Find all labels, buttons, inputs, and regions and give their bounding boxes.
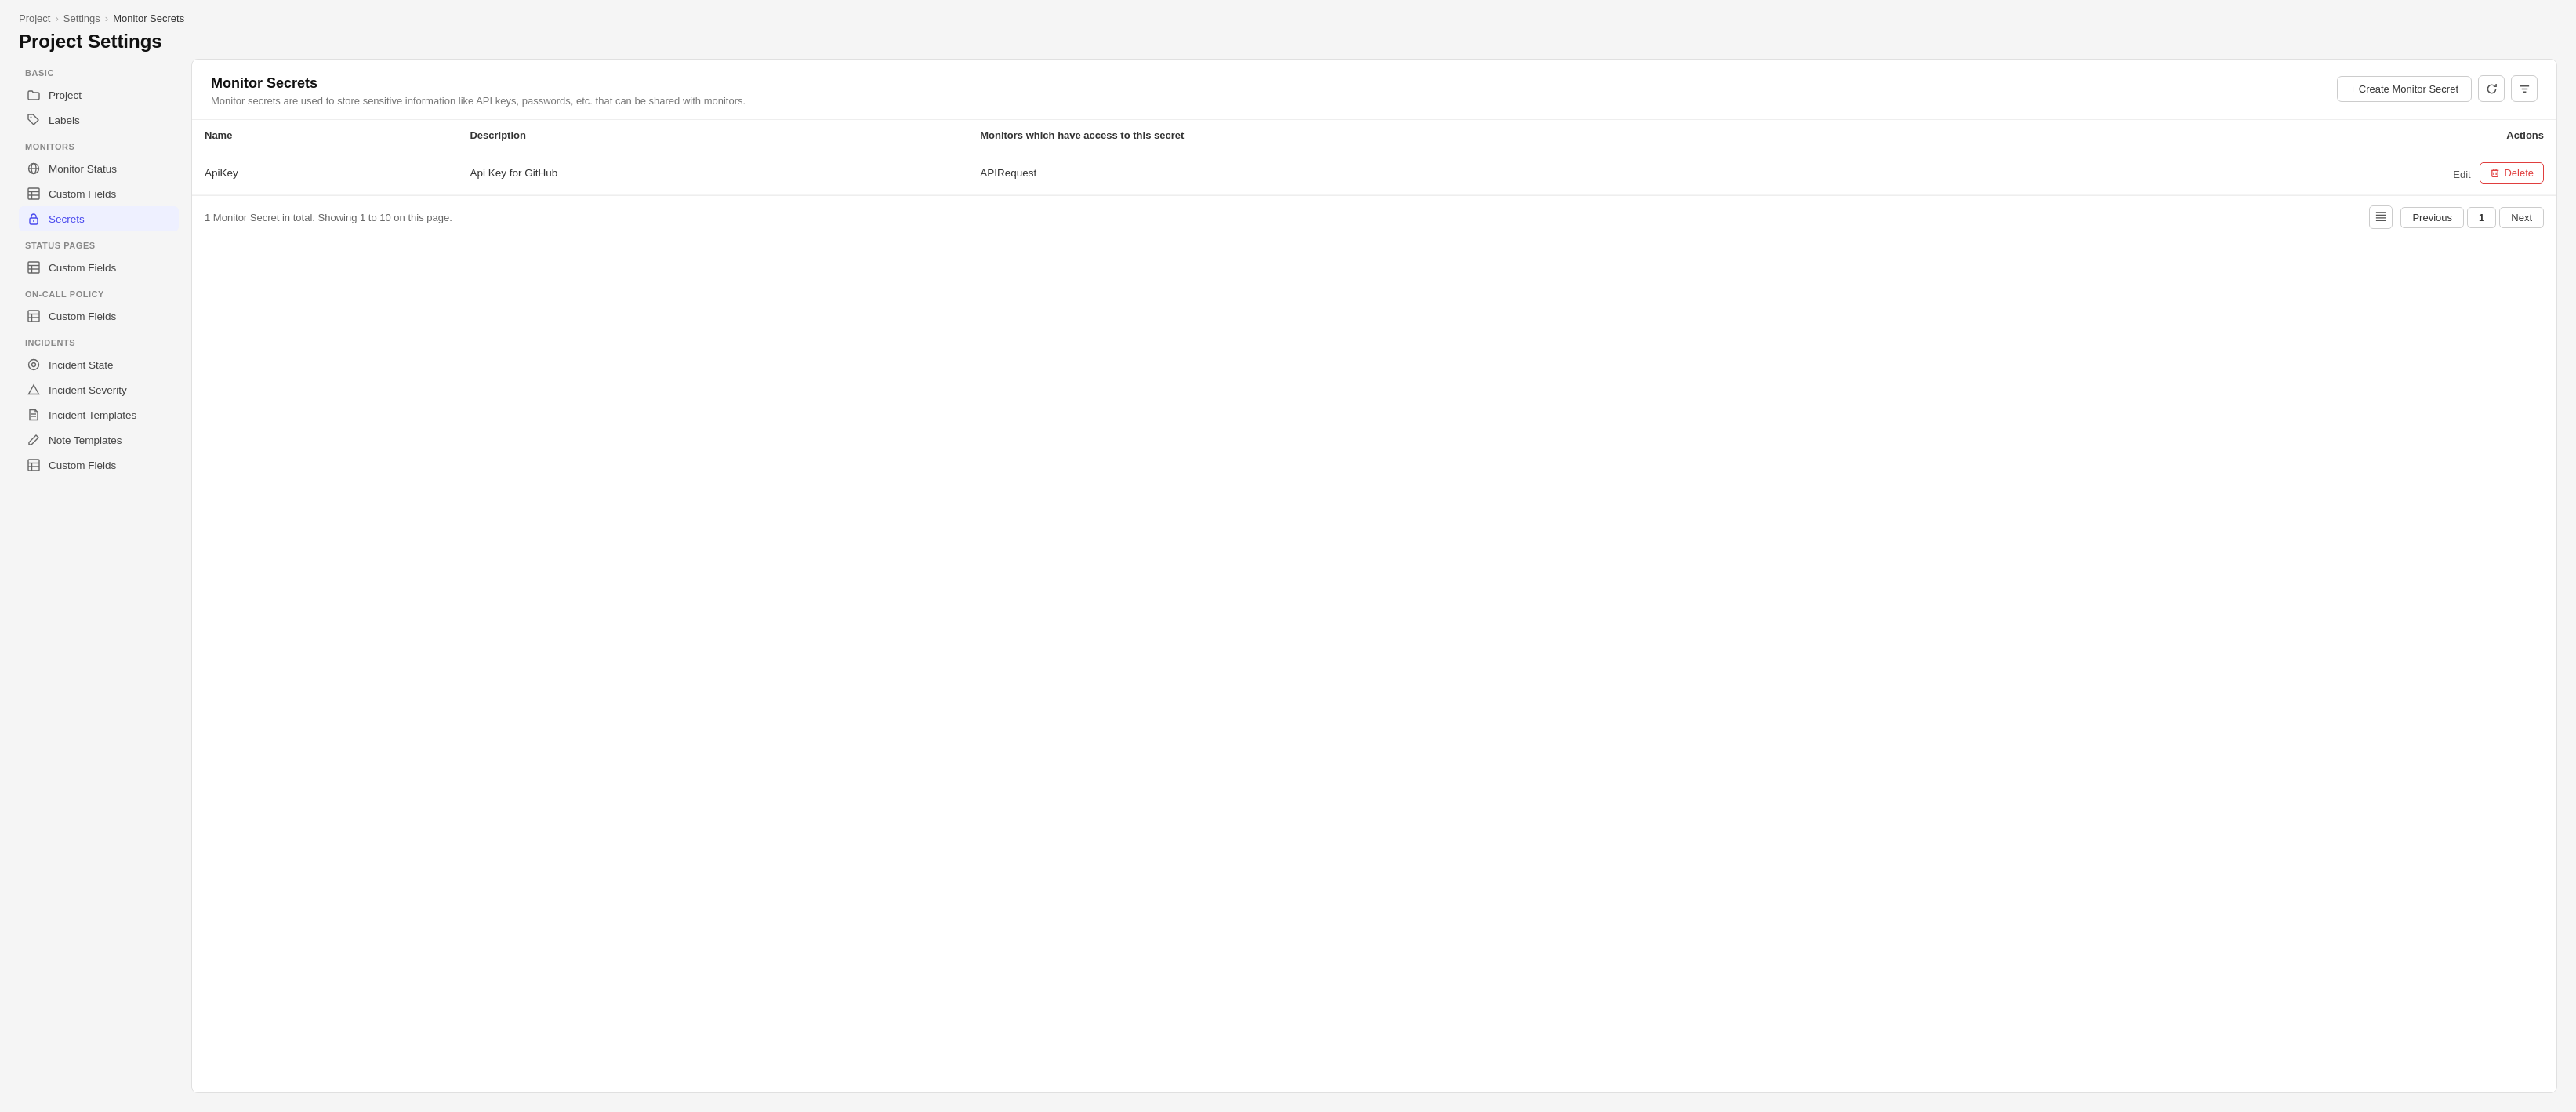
trash-icon bbox=[2490, 168, 2500, 178]
sidebar-label-note-templates: Note Templates bbox=[49, 434, 122, 446]
sidebar-label-custom-fields-incidents: Custom Fields bbox=[49, 460, 116, 471]
breadcrumb-sep-1: › bbox=[55, 13, 58, 24]
sidebar-section-oncall: On-Call Policy bbox=[19, 280, 179, 303]
breadcrumb-sep-2: › bbox=[105, 13, 108, 24]
cell-monitors: APIRequest bbox=[967, 151, 2004, 195]
cell-actions: Edit Delete bbox=[2004, 151, 2556, 195]
sidebar-section-status-pages: Status Pages bbox=[19, 231, 179, 255]
table-icon-status bbox=[27, 260, 41, 274]
sidebar-label-project: Project bbox=[49, 89, 82, 101]
table-footer: 1 Monitor Secret in total. Showing 1 to … bbox=[192, 195, 2556, 238]
tag-icon bbox=[27, 113, 41, 127]
header-actions: + Create Monitor Secret bbox=[2337, 75, 2538, 102]
sidebar-label-custom-fields-monitors: Custom Fields bbox=[49, 188, 116, 200]
sidebar-section-monitors: Monitors bbox=[19, 133, 179, 156]
cell-description: Api Key for GitHub bbox=[457, 151, 967, 195]
main-layout: Basic Project Labels Mo bbox=[0, 59, 2576, 1112]
sidebar-item-custom-fields-incidents[interactable]: Custom Fields bbox=[19, 452, 179, 478]
svg-rect-10 bbox=[28, 262, 39, 273]
filter-button[interactable] bbox=[2511, 75, 2538, 102]
breadcrumb: Project › Settings › Monitor Secrets bbox=[19, 13, 2557, 24]
table-wrapper: Name Description Monitors which have acc… bbox=[192, 120, 2556, 195]
pagination-filter-icon[interactable] bbox=[2369, 205, 2393, 229]
sidebar-item-custom-fields-status[interactable]: Custom Fields bbox=[19, 255, 179, 280]
delete-label: Delete bbox=[2504, 167, 2534, 179]
sidebar-label-incident-state: Incident State bbox=[49, 359, 114, 371]
sidebar-label-incident-templates: Incident Templates bbox=[49, 409, 136, 421]
current-page-button[interactable]: 1 bbox=[2467, 207, 2496, 228]
sidebar-section-incidents: Incidents bbox=[19, 329, 179, 352]
table-header-row: Name Description Monitors which have acc… bbox=[192, 120, 2556, 151]
sidebar-label-secrets: Secrets bbox=[49, 213, 85, 225]
sidebar-label-labels: Labels bbox=[49, 114, 80, 126]
sidebar-label-incident-severity: Incident Severity bbox=[49, 384, 127, 396]
sidebar-item-custom-fields-monitors[interactable]: Custom Fields bbox=[19, 181, 179, 206]
col-actions: Actions bbox=[2004, 120, 2556, 151]
content-subtitle: Monitor secrets are used to store sensit… bbox=[211, 95, 746, 107]
sidebar-item-incident-severity[interactable]: Incident Severity bbox=[19, 377, 179, 402]
cell-name: ApiKey bbox=[192, 151, 457, 195]
content-panel: Monitor Secrets Monitor secrets are used… bbox=[191, 59, 2557, 1093]
table-icon-monitors bbox=[27, 187, 41, 201]
next-button[interactable]: Next bbox=[2499, 207, 2544, 228]
edit-button[interactable]: Edit bbox=[2447, 165, 2476, 184]
page-title: Project Settings bbox=[19, 31, 2557, 53]
svg-point-9 bbox=[33, 220, 34, 222]
table-icon-oncall bbox=[27, 309, 41, 323]
col-description: Description bbox=[457, 120, 967, 151]
sidebar-label-custom-fields-oncall: Custom Fields bbox=[49, 311, 116, 322]
content-title-area: Monitor Secrets Monitor secrets are used… bbox=[211, 75, 746, 107]
pagination: Previous 1 Next bbox=[2369, 205, 2544, 229]
delete-button[interactable]: Delete bbox=[2480, 162, 2544, 184]
svg-rect-22 bbox=[28, 460, 39, 471]
previous-button[interactable]: Previous bbox=[2400, 207, 2464, 228]
sidebar-item-project[interactable]: Project bbox=[19, 82, 179, 107]
triangle-icon bbox=[27, 383, 41, 397]
col-monitors: Monitors which have access to this secre… bbox=[967, 120, 2004, 151]
sidebar-label-custom-fields-status: Custom Fields bbox=[49, 262, 116, 274]
svg-point-0 bbox=[31, 117, 32, 118]
sidebar-item-monitor-status[interactable]: Monitor Status bbox=[19, 156, 179, 181]
content-title: Monitor Secrets bbox=[211, 75, 746, 92]
filter-icon bbox=[2519, 83, 2531, 95]
rows-icon bbox=[2375, 212, 2386, 223]
sidebar-item-incident-templates[interactable]: Incident Templates bbox=[19, 402, 179, 427]
svg-rect-29 bbox=[2492, 170, 2498, 176]
breadcrumb-current: Monitor Secrets bbox=[113, 13, 184, 24]
sidebar-item-incident-state[interactable]: Incident State bbox=[19, 352, 179, 377]
page-wrapper: Project › Settings › Monitor Secrets Pro… bbox=[0, 0, 2576, 1112]
breadcrumb-project[interactable]: Project bbox=[19, 13, 50, 24]
folder-icon bbox=[27, 88, 41, 102]
circle-dot-icon bbox=[27, 358, 41, 372]
table-row: ApiKey Api Key for GitHub APIRequest Edi… bbox=[192, 151, 2556, 195]
svg-rect-14 bbox=[28, 311, 39, 322]
file-icon bbox=[27, 408, 41, 422]
svg-point-18 bbox=[29, 360, 39, 370]
lock-icon bbox=[27, 212, 41, 226]
breadcrumb-settings[interactable]: Settings bbox=[63, 13, 100, 24]
create-monitor-secret-button[interactable]: + Create Monitor Secret bbox=[2337, 76, 2472, 102]
footer-summary: 1 Monitor Secret in total. Showing 1 to … bbox=[205, 212, 452, 223]
secrets-table: Name Description Monitors which have acc… bbox=[192, 120, 2556, 195]
sidebar: Basic Project Labels Mo bbox=[19, 59, 191, 1093]
refresh-button[interactable] bbox=[2478, 75, 2505, 102]
globe-icon bbox=[27, 162, 41, 176]
svg-rect-4 bbox=[28, 188, 39, 199]
sidebar-item-secrets[interactable]: Secrets bbox=[19, 206, 179, 231]
table-icon-incidents bbox=[27, 458, 41, 472]
sidebar-label-monitor-status: Monitor Status bbox=[49, 163, 117, 175]
sidebar-item-custom-fields-oncall[interactable]: Custom Fields bbox=[19, 303, 179, 329]
sidebar-item-labels[interactable]: Labels bbox=[19, 107, 179, 133]
refresh-icon bbox=[2486, 83, 2498, 95]
svg-point-19 bbox=[32, 363, 36, 367]
pencil-icon bbox=[27, 433, 41, 447]
sidebar-section-basic: Basic bbox=[19, 59, 179, 82]
col-name: Name bbox=[192, 120, 457, 151]
content-header: Monitor Secrets Monitor secrets are used… bbox=[192, 60, 2556, 120]
top-area: Project › Settings › Monitor Secrets Pro… bbox=[0, 0, 2576, 59]
sidebar-item-note-templates[interactable]: Note Templates bbox=[19, 427, 179, 452]
